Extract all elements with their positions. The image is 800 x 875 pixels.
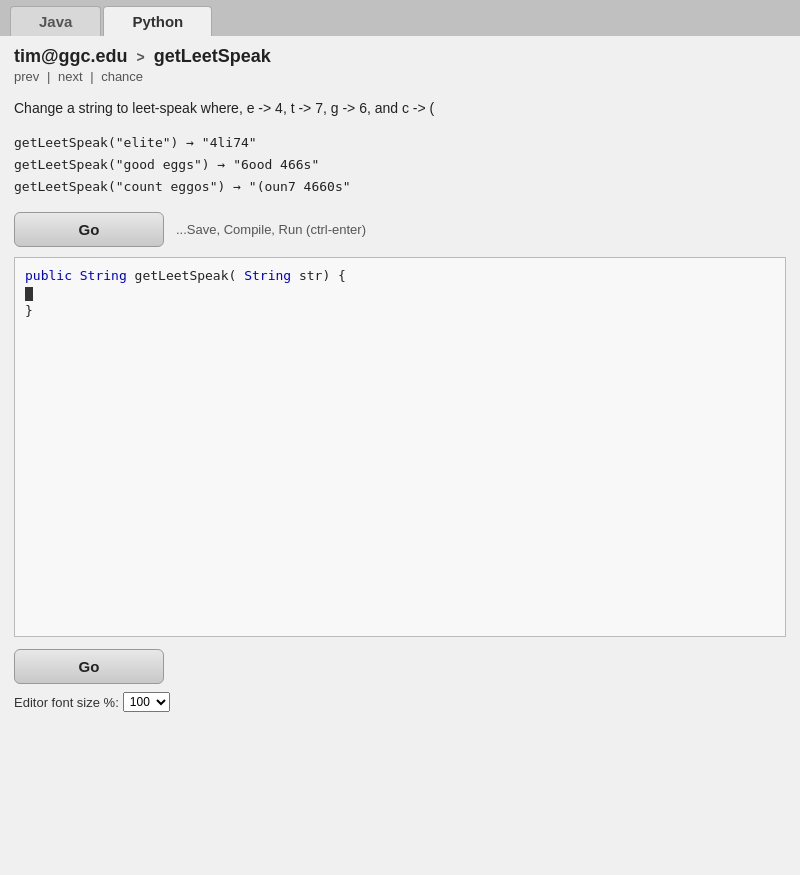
font-size-row: Editor font size %: 100 80 90 110 120: [14, 692, 786, 712]
keyword-string: String: [80, 268, 127, 283]
go-button-top[interactable]: Go: [14, 212, 164, 247]
hint-text: ...Save, Compile, Run (ctrl-enter): [176, 222, 366, 237]
example-1-result: "4li74": [202, 135, 257, 150]
example-3: getLeetSpeak("count eggos") → "(oun7 466…: [14, 176, 786, 198]
examples-block: getLeetSpeak("elite") → "4li74" getLeetS…: [14, 132, 786, 198]
breadcrumb-user: tim@ggc.edu: [14, 46, 128, 66]
code-editor[interactable]: public String getLeetSpeak( String str) …: [14, 257, 786, 637]
tab-java[interactable]: Java: [10, 6, 101, 36]
keyword-string2: String: [244, 268, 291, 283]
code-line-3: }: [25, 301, 775, 322]
nav-links: prev | next | chance: [14, 69, 786, 84]
nav-chance[interactable]: chance: [101, 69, 143, 84]
main-content: tim@ggc.edu > getLeetSpeak prev | next |…: [0, 36, 800, 875]
nav-next[interactable]: next: [58, 69, 83, 84]
font-size-label: Editor font size %:: [14, 695, 119, 710]
nav-divider1: |: [47, 69, 50, 84]
breadcrumb-problem: getLeetSpeak: [154, 46, 271, 66]
font-size-select[interactable]: 100 80 90 110 120: [123, 692, 170, 712]
example-2-call: getLeetSpeak("good eggs"): [14, 157, 210, 172]
example-2: getLeetSpeak("good eggs") → "6ood 466s": [14, 154, 786, 176]
cursor: [25, 287, 33, 301]
breadcrumb-separator: >: [137, 49, 145, 65]
keyword-public: public: [25, 268, 72, 283]
top-button-row: Go ...Save, Compile, Run (ctrl-enter): [14, 212, 786, 247]
problem-description: Change a string to leet-speak where, e -…: [14, 100, 786, 116]
code-line-2: [25, 287, 775, 301]
code-line-1: public String getLeetSpeak( String str) …: [25, 266, 775, 287]
go-button-bottom[interactable]: Go: [14, 649, 164, 684]
tab-bar: Java Python: [0, 0, 800, 36]
example-1: getLeetSpeak("elite") → "4li74": [14, 132, 786, 154]
nav-divider2: |: [90, 69, 93, 84]
tab-python-label: Python: [132, 13, 183, 30]
nav-prev[interactable]: prev: [14, 69, 39, 84]
example-3-call: getLeetSpeak("count eggos"): [14, 179, 225, 194]
example-2-arrow: →: [218, 157, 234, 172]
breadcrumb: tim@ggc.edu > getLeetSpeak: [14, 46, 786, 67]
tab-java-label: Java: [39, 13, 72, 30]
example-1-arrow: →: [186, 135, 202, 150]
example-2-result: "6ood 466s": [233, 157, 319, 172]
example-3-arrow: →: [233, 179, 249, 194]
example-3-result: "(oun7 4660s": [249, 179, 351, 194]
example-1-call: getLeetSpeak("elite"): [14, 135, 178, 150]
tab-python[interactable]: Python: [103, 6, 212, 36]
